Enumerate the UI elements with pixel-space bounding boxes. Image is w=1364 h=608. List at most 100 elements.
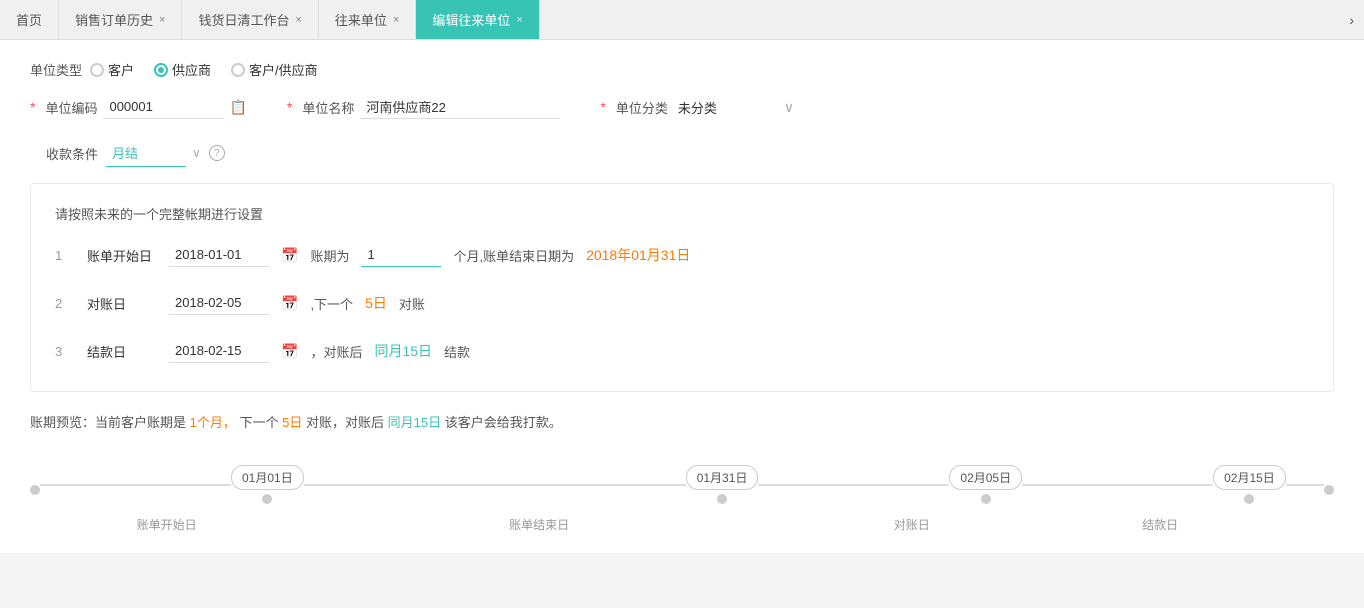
radio-supplier-label: 供应商 — [172, 60, 211, 79]
main-content: 单位类型 客户 供应商 客户/供应商 * 单位编码 📋 * 单位名称 — [0, 40, 1364, 553]
timeline-line-4 — [1022, 484, 1213, 486]
tab-cash-work-close[interactable]: × — [295, 14, 301, 26]
row-3-highlight: 同月15日 — [374, 341, 432, 361]
payment-value[interactable]: 月结 — [106, 139, 186, 167]
tab-edit-partner[interactable]: 编辑往来单位 × — [416, 0, 539, 39]
unit-category-label: 单位分类 — [616, 98, 668, 117]
timeline-line-5 — [1286, 484, 1324, 486]
tab-partner-unit[interactable]: 往来单位 × — [319, 0, 416, 39]
timeline-tag-2: 01月31日 — [686, 465, 759, 490]
tab-sales-history[interactable]: 销售订单历史 × — [59, 0, 182, 39]
tab-partner-unit-close[interactable]: × — [393, 14, 399, 26]
row-2-cal-icon[interactable]: 📅 — [281, 295, 298, 312]
row-3-date-input[interactable] — [169, 339, 269, 363]
timeline-dot-3 — [981, 494, 991, 504]
unit-code-input[interactable] — [103, 95, 223, 119]
settings-panel: 请按照未来的一个完整帐期进行设置 1 账单开始日 📅 账期为 个月,账单结束日期… — [30, 183, 1334, 392]
row-3-label: 结款日 — [87, 342, 157, 361]
preview-part2-prefix: 下一个 — [240, 415, 279, 430]
payment-dropdown-icon[interactable]: ∨ — [192, 146, 201, 160]
row-2-label: 对账日 — [87, 294, 157, 313]
row-1-desc-suffix: 个月,账单结束日期为 — [453, 246, 574, 265]
timeline: 01月01日 01月31日 02月05日 02月15日 — [30, 455, 1334, 533]
preview-part2-suffix: 对账，对账后 — [306, 415, 384, 430]
payment-row: 收款条件 月结 ∨ ? — [30, 139, 1334, 167]
tab-home[interactable]: 首页 — [0, 0, 59, 39]
unit-code-copy-icon[interactable]: 📋 — [229, 99, 246, 116]
timeline-dot-1 — [262, 494, 272, 504]
period-input[interactable] — [361, 243, 441, 267]
radio-customer-label: 客户 — [108, 60, 134, 79]
row-1-num: 1 — [55, 248, 75, 263]
timeline-label-1: 账单开始日 — [137, 516, 197, 533]
preview-part2-highlight: 5日 — [282, 415, 302, 430]
preview-part1: 1个月， — [190, 415, 236, 430]
timeline-line-2 — [304, 484, 686, 486]
payment-help-icon[interactable]: ? — [209, 145, 225, 161]
timeline-end-dot — [1324, 485, 1334, 495]
row-2-highlight: 5日 — [365, 293, 387, 313]
unit-category-value: 未分类 — [678, 98, 738, 117]
preview-section: 账期预览：当前客户账期是 1个月， 下一个 5日 对账，对账后 同月15日 该客… — [30, 412, 1334, 431]
timeline-point-3: 02月05日 — [949, 465, 1022, 504]
unit-type-label: 单位类型 — [30, 60, 82, 79]
tab-edit-partner-close[interactable]: × — [516, 14, 522, 26]
tab-sales-history-label: 销售订单历史 — [75, 10, 153, 29]
unit-code-label: 单位编码 — [45, 98, 97, 117]
row-2-date-input[interactable] — [169, 291, 269, 315]
tab-partner-unit-label: 往来单位 — [335, 10, 387, 29]
preview-part3-highlight: 同月15日 — [388, 415, 441, 430]
unit-name-star: * — [287, 99, 292, 115]
tab-cash-work-label: 钱货日清工作台 — [198, 10, 289, 29]
tab-more-button[interactable]: › — [1339, 0, 1364, 39]
radio-customer-circle — [90, 63, 104, 77]
radio-customer-supplier[interactable]: 客户/供应商 — [231, 60, 318, 79]
row-1-label: 账单开始日 — [87, 246, 157, 265]
radio-supplier-circle — [154, 63, 168, 77]
unit-category-group: * 单位分类 未分类 ∨ — [600, 98, 794, 117]
row-1-highlight: 2018年01月31日 — [586, 245, 690, 265]
row-1-date-input[interactable] — [169, 243, 269, 267]
timeline-line-3 — [758, 484, 949, 486]
timeline-label-3: 对账日 — [894, 516, 930, 533]
payment-select-group: 月结 ∨ — [106, 139, 201, 167]
unit-name-input[interactable] — [360, 95, 560, 119]
row-3-cal-icon[interactable]: 📅 — [281, 343, 298, 360]
timeline-label-2: 账单结束日 — [509, 516, 569, 533]
timeline-start-dot — [30, 485, 40, 495]
row-3-desc-suffix: 结款 — [444, 342, 470, 361]
timeline-dot-4 — [1244, 494, 1254, 504]
row-2-num: 2 — [55, 296, 75, 311]
row-1-cal-icon[interactable]: 📅 — [281, 247, 298, 264]
tab-bar: 首页 销售订单历史 × 钱货日清工作台 × 往来单位 × 编辑往来单位 × › — [0, 0, 1364, 40]
unit-name-group: * 单位名称 — [287, 95, 560, 119]
radio-customer-supplier-label: 客户/供应商 — [249, 60, 318, 79]
timeline-tag-1: 01月01日 — [231, 465, 304, 490]
timeline-dot-2 — [717, 494, 727, 504]
tab-cash-work[interactable]: 钱货日清工作台 × — [182, 0, 318, 39]
timeline-line-1 — [40, 484, 231, 486]
setting-row-3: 3 结款日 📅 ，对账后 同月15日 结款 — [55, 339, 1309, 363]
row-1-desc-prefix: 账期为 — [310, 246, 349, 265]
row-3-desc-prefix: ，对账后 — [310, 342, 362, 361]
tab-home-label: 首页 — [16, 10, 42, 29]
row-2-desc-prefix: ,下一个 — [310, 294, 353, 313]
timeline-tag-4: 02月15日 — [1213, 465, 1286, 490]
timeline-point-2: 01月31日 — [686, 465, 759, 504]
radio-group-unit-type: 客户 供应商 客户/供应商 — [90, 60, 318, 79]
timeline-point-4: 02月15日 — [1213, 465, 1286, 504]
tab-sales-history-close[interactable]: × — [159, 14, 165, 26]
panel-title: 请按照未来的一个完整帐期进行设置 — [55, 204, 1309, 223]
unit-category-star: * — [600, 99, 605, 115]
unit-type-row: 单位类型 客户 供应商 客户/供应商 — [30, 60, 1334, 79]
timeline-tag-3: 02月05日 — [949, 465, 1022, 490]
radio-customer[interactable]: 客户 — [90, 60, 134, 79]
payment-label: 收款条件 — [46, 144, 98, 163]
unit-category-dropdown-icon[interactable]: ∨ — [784, 99, 794, 116]
unit-code-star: * — [30, 99, 35, 115]
row-3-num: 3 — [55, 344, 75, 359]
row-2-desc-suffix: 对账 — [399, 294, 425, 313]
radio-supplier[interactable]: 供应商 — [154, 60, 211, 79]
preview-part3-suffix: 该客户会给我打款。 — [445, 415, 562, 430]
timeline-point-1: 01月01日 — [231, 465, 304, 504]
